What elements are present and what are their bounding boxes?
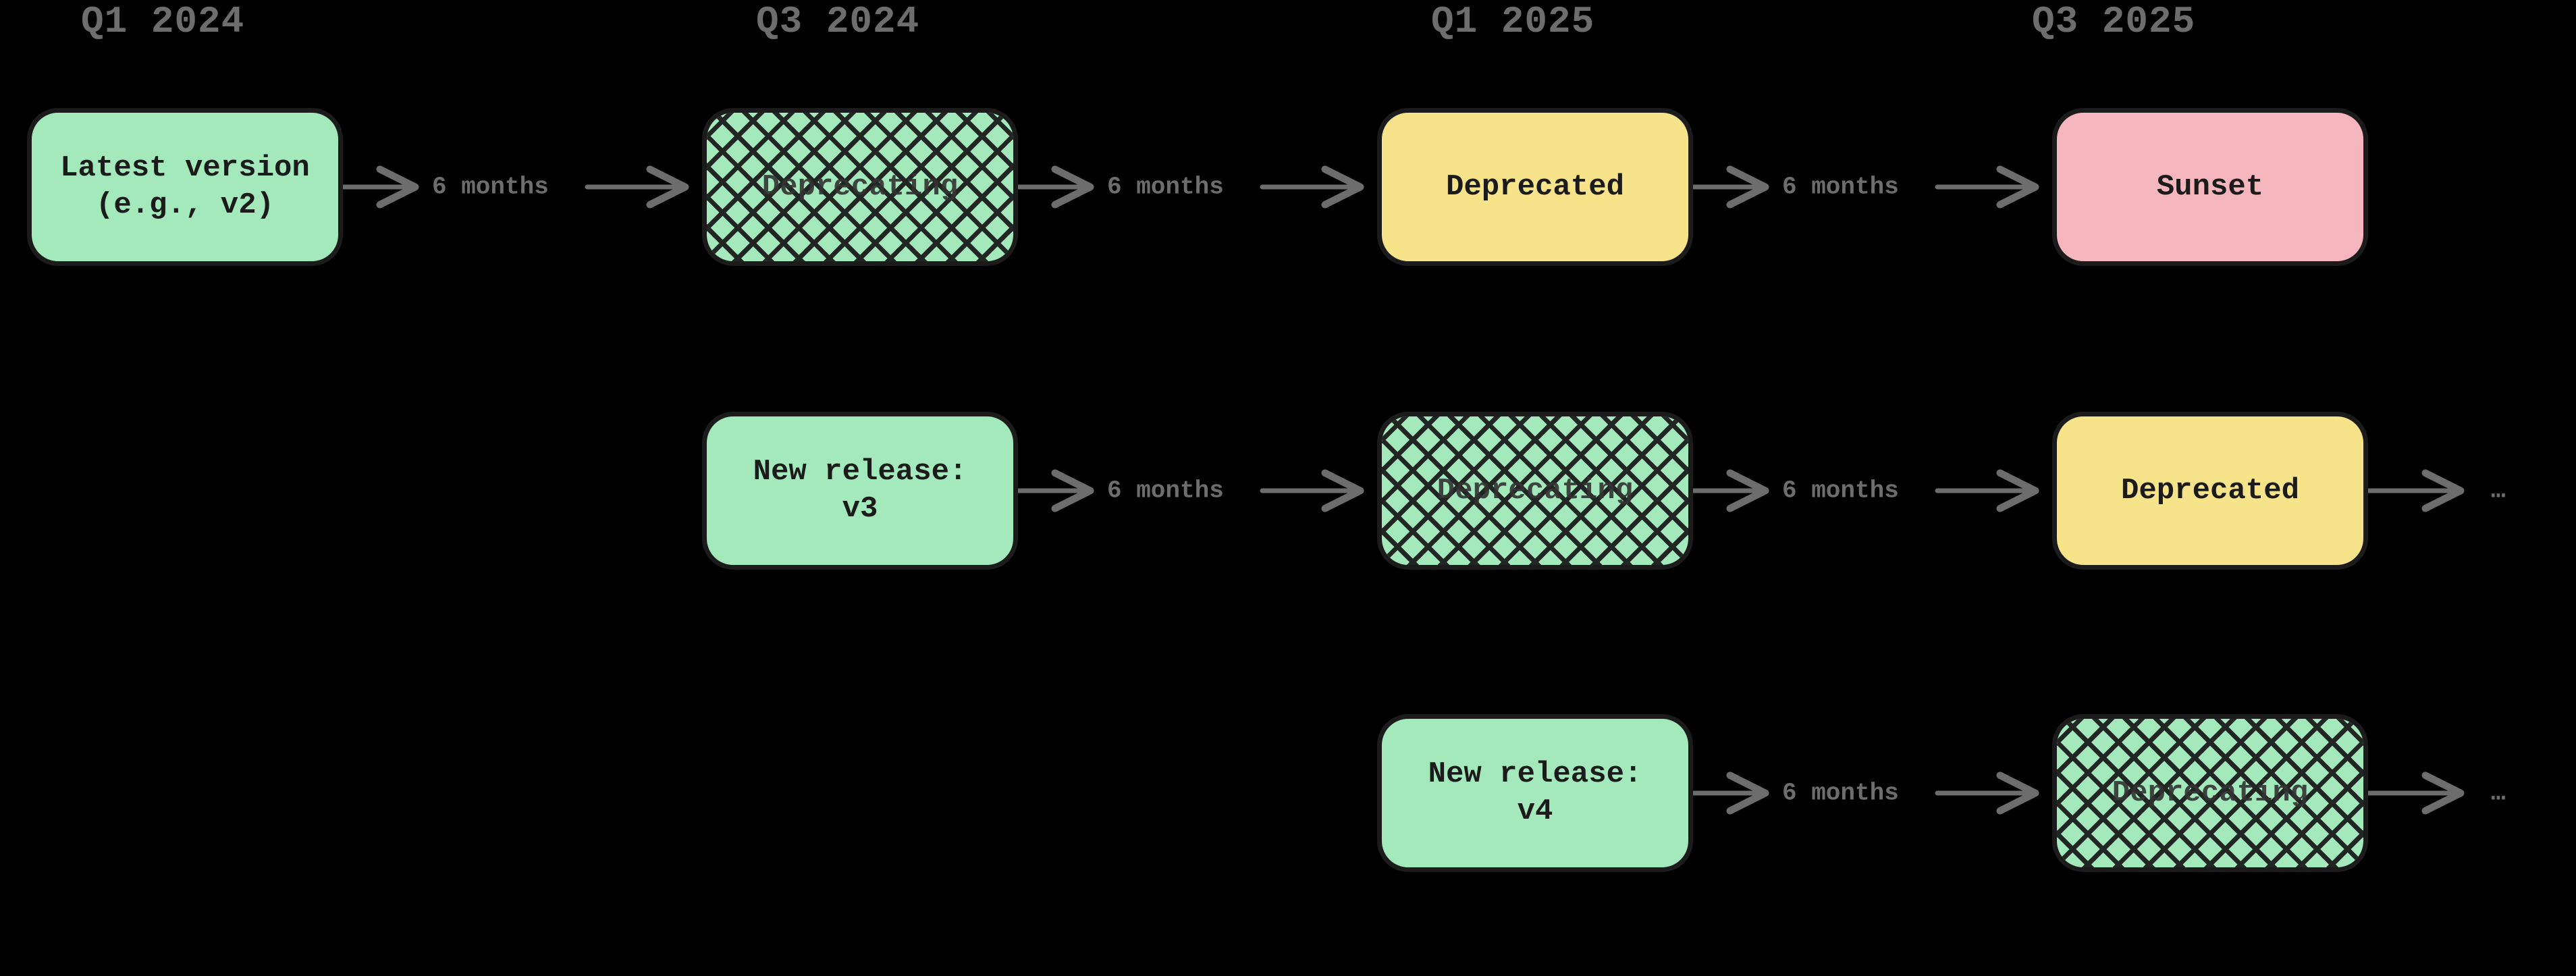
ellipsis-r2: …	[2491, 477, 2506, 505]
edge-label-r1-1: 6 months	[432, 173, 549, 201]
node-label: Deprecating	[2112, 775, 2308, 812]
diagram-root: Q1 2024 Q3 2024 Q1 2025 Q3 2025	[0, 0, 2576, 976]
col-header-q3-2025: Q3 2025	[2032, 0, 2195, 43]
node-v2-deprecating: Deprecating	[702, 108, 1018, 266]
edge-label-r2-2: 6 months	[1782, 477, 1899, 505]
edge-label-r3-1: 6 months	[1782, 780, 1899, 807]
node-v3-deprecating: Deprecating	[1377, 412, 1693, 570]
node-v2-latest: Latest version (e.g., v2)	[27, 108, 343, 266]
node-label: New release: v4	[1428, 756, 1642, 830]
col-header-q1-2025: Q1 2025	[1431, 0, 1594, 43]
col-header-q1-2024: Q1 2024	[81, 0, 244, 43]
node-label: Deprecated	[1446, 169, 1624, 206]
node-v4-deprecating: Deprecating	[2052, 714, 2368, 872]
node-v2-deprecated: Deprecated	[1377, 108, 1693, 266]
node-v3-release: New release: v3	[702, 412, 1018, 570]
edge-label-r1-2: 6 months	[1107, 173, 1224, 201]
node-label: Deprecated	[2121, 472, 2299, 510]
edge-label-r2-1: 6 months	[1107, 477, 1224, 505]
edge-label-r1-3: 6 months	[1782, 173, 1899, 201]
node-label: New release: v3	[753, 454, 967, 528]
node-label: Latest version (e.g., v2)	[60, 150, 310, 224]
node-v4-release: New release: v4	[1377, 714, 1693, 872]
node-v3-deprecated: Deprecated	[2052, 412, 2368, 570]
node-v2-sunset: Sunset	[2052, 108, 2368, 266]
node-label: Deprecating	[762, 169, 958, 206]
node-label: Deprecating	[1437, 472, 1633, 510]
col-header-q3-2024: Q3 2024	[756, 0, 919, 43]
node-label: Sunset	[2157, 169, 2263, 206]
ellipsis-r3: …	[2491, 780, 2506, 807]
